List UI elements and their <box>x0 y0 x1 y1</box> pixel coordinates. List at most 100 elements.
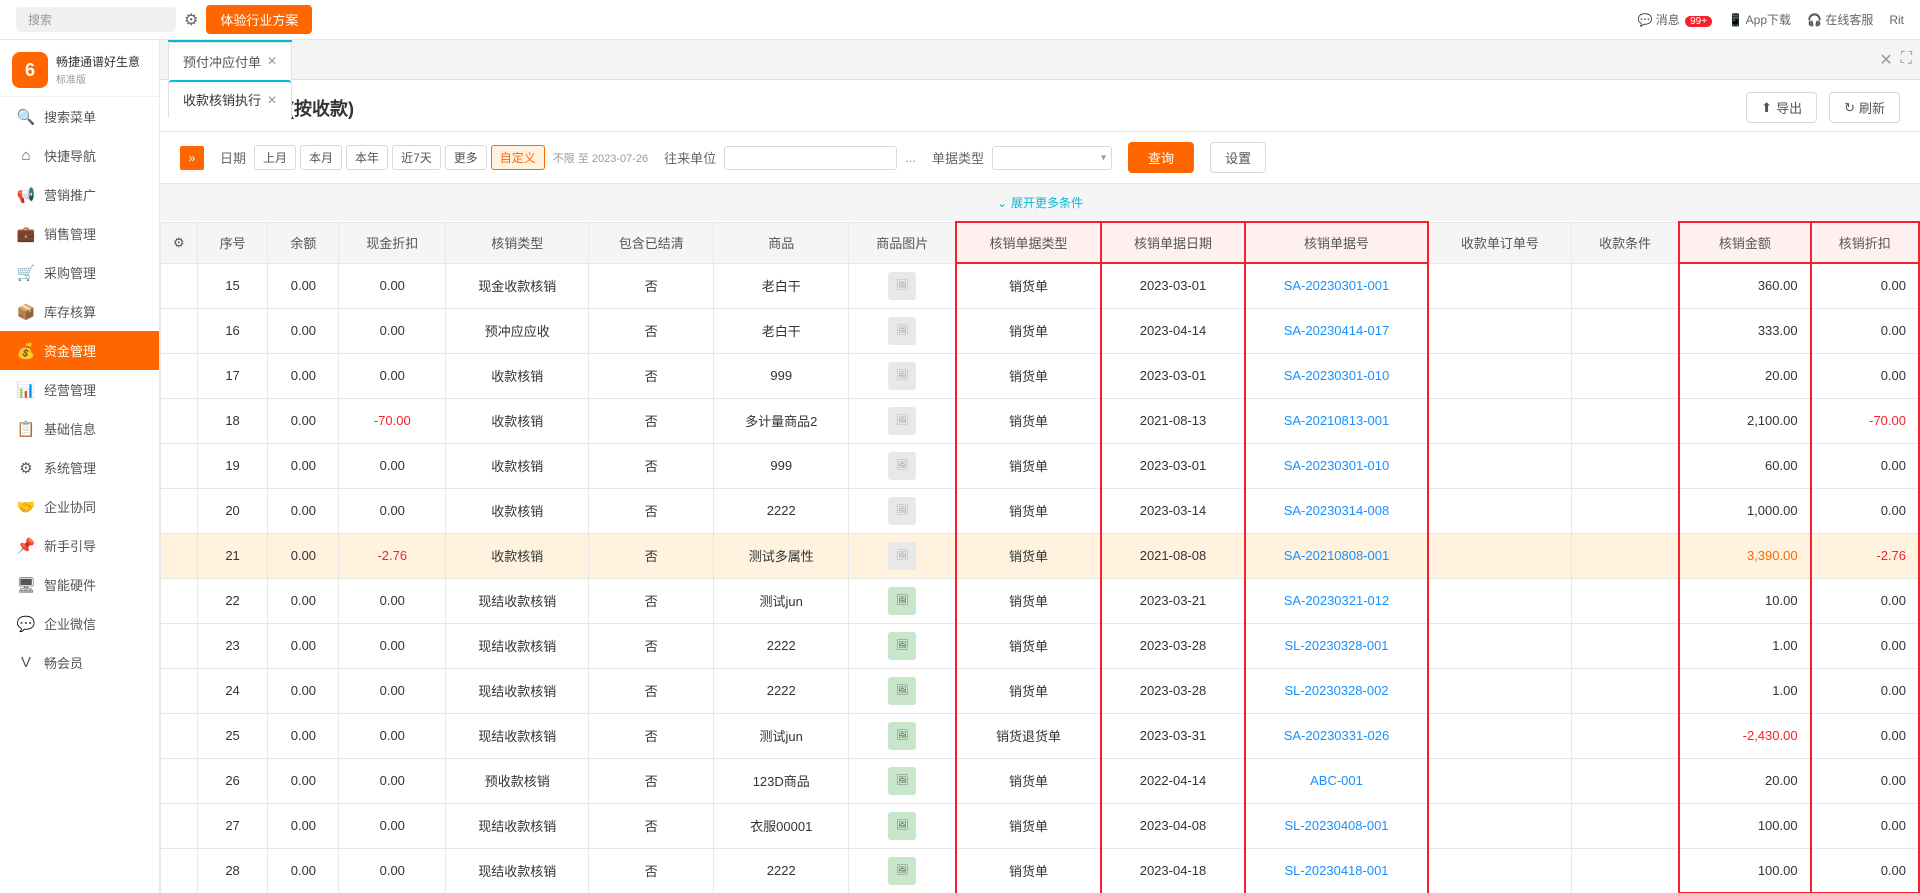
cell-goods-5: 2222 <box>714 488 849 533</box>
cell-goods-img-6: 🖼 <box>849 533 957 578</box>
bill-no-link-2[interactable]: SA-20230301-010 <box>1284 368 1390 383</box>
cell-goods-img-1: 🖼 <box>849 308 957 353</box>
cell-no-5: 20 <box>197 488 268 533</box>
bill-no-link-9[interactable]: SL-20230328-002 <box>1284 683 1388 698</box>
message-item[interactable]: 💬 消息 99+ <box>1637 11 1712 28</box>
close-tab-icon[interactable]: ✕ <box>1879 50 1892 70</box>
bill-no-link-1[interactable]: SA-20230414-017 <box>1284 323 1390 338</box>
th-gear[interactable]: ⚙ <box>161 222 198 263</box>
date-label: 日期 <box>220 148 246 167</box>
tab-close-receivable[interactable]: ✕ <box>267 93 277 107</box>
tab-close-prepay[interactable]: ✕ <box>267 54 277 68</box>
query-button[interactable]: 查询 <box>1128 142 1194 173</box>
bill-no-link-0[interactable]: SA-20230301-001 <box>1284 278 1390 293</box>
sidebar-item-purchase[interactable]: 🛒采购管理 <box>0 253 159 292</box>
sidebar-item-shortcut[interactable]: ⌂快捷导航 <box>0 136 159 175</box>
sidebar-item-sales[interactable]: 💼销售管理 <box>0 214 159 253</box>
date-btn-custom[interactable]: 自定义 <box>491 145 545 170</box>
cell-cancel-discount-3: -70.00 <box>1811 398 1919 443</box>
refresh-button[interactable]: ↻ 刷新 <box>1829 92 1900 123</box>
app-download[interactable]: 📱 App下载 <box>1728 11 1791 28</box>
cell-cancel-discount-2: 0.00 <box>1811 353 1919 398</box>
date-btn-last-month[interactable]: 上月 <box>254 145 296 170</box>
counterpart-input[interactable] <box>724 146 897 170</box>
tab-prepay[interactable]: 预付冲应付单✕ <box>168 42 292 80</box>
sidebar-item-basic[interactable]: 📋基础信息 <box>0 409 159 448</box>
cell-cancel-amount-0: 360.00 <box>1679 263 1810 308</box>
sidebar-item-member[interactable]: V畅会员 <box>0 643 159 682</box>
industry-btn[interactable]: 体验行业方案 <box>206 5 312 34</box>
table-row: 24 0.00 0.00 现结收款核销 否 2222 🖼 销货单 2023-03… <box>161 668 1920 713</box>
cell-bill-date-4: 2023-03-01 <box>1101 443 1245 488</box>
cell-receipt-order-no-12 <box>1428 803 1572 848</box>
bill-no-link-3[interactable]: SA-20210813-001 <box>1284 413 1390 428</box>
date-btn-this-year[interactable]: 本年 <box>346 145 388 170</box>
cell-cancel-type-5: 收款核销 <box>446 488 589 533</box>
cell-receipt-condition-7 <box>1572 578 1680 623</box>
cell-cancel-amount-13: 100.00 <box>1679 848 1810 893</box>
sidebar-item-inventory[interactable]: 📦库存核算 <box>0 292 159 331</box>
cell-receipt-condition-9 <box>1572 668 1680 713</box>
sidebar-item-system[interactable]: ⚙系统管理 <box>0 448 159 487</box>
cell-cancel-amount-1: 333.00 <box>1679 308 1810 353</box>
member-icon: V <box>16 654 36 671</box>
sidebar-item-business[interactable]: 📊经营管理 <box>0 370 159 409</box>
bill-no-link-10[interactable]: SA-20230331-026 <box>1284 728 1390 743</box>
sidebar-item-marketing[interactable]: 📢营销推广 <box>0 175 159 214</box>
bill-no-link-4[interactable]: SA-20230301-010 <box>1284 458 1390 473</box>
bill-no-link-13[interactable]: SL-20230418-001 <box>1284 863 1388 878</box>
sidebar-item-wechat[interactable]: 💬企业微信 <box>0 604 159 643</box>
tabs-container: 首页预付冲应付单✕收款核销执行✕ <box>168 40 296 117</box>
sidebar-item-cooperation[interactable]: 🤝企业协同 <box>0 487 159 526</box>
cell-no-0: 15 <box>197 263 268 308</box>
tab-bar: 首页预付冲应付单✕收款核销执行✕ ✕ ⛶ <box>160 40 1920 80</box>
cell-bill-no-1: SA-20230414-017 <box>1245 308 1428 353</box>
cell-balance-4: 0.00 <box>268 443 339 488</box>
expand-tab-icon[interactable]: ⛶ <box>1901 50 1912 70</box>
sidebar-item-search[interactable]: 🔍搜索菜单 <box>0 97 159 136</box>
th-no: 序号 <box>197 222 268 263</box>
export-button[interactable]: ⬆ 导出 <box>1746 92 1817 123</box>
cell-goods-8: 2222 <box>714 623 849 668</box>
cell-goods-img-8: 🖼 <box>849 623 957 668</box>
logo-icon: 6 <box>12 52 48 88</box>
cell-cancel-amount-11: 20.00 <box>1679 758 1810 803</box>
filter-expand-btn[interactable]: » <box>180 146 204 170</box>
date-btn-7days[interactable]: 近7天 <box>392 145 441 170</box>
top-bar-search[interactable]: 搜索 <box>16 7 176 32</box>
setting-button[interactable]: 设置 <box>1210 142 1266 173</box>
sidebar-item-finance[interactable]: 💰资金管理 <box>0 331 159 370</box>
sidebar-item-hardware[interactable]: 🖥智能硬件 <box>0 565 159 604</box>
layout: 6 畅捷通谱好生意 标准版 🔍搜索菜单⌂快捷导航📢营销推广💼销售管理🛒采购管理📦… <box>0 40 1920 893</box>
cell-goods-img-4: 🖼 <box>849 443 957 488</box>
bill-no-link-12[interactable]: SL-20230408-001 <box>1284 818 1388 833</box>
date-btn-this-month[interactable]: 本月 <box>300 145 342 170</box>
table-area[interactable]: ⚙ 序号 余额 现金折扣 核销类型 包含已结清 商品 商品图片 核销单据类型 核… <box>160 221 1920 893</box>
date-btn-more[interactable]: 更多 <box>445 145 487 170</box>
settings-icon[interactable]: ⚙ <box>173 235 185 250</box>
billtype-select[interactable] <box>992 146 1112 170</box>
table-row: 25 0.00 0.00 现结收款核销 否 测试jun 🖼 销货退货单 2023… <box>161 713 1920 758</box>
cell-bill-date-7: 2023-03-21 <box>1101 578 1245 623</box>
tab-receivable[interactable]: 收款核销执行✕ <box>168 80 292 118</box>
gear-icon[interactable]: ⚙ <box>184 10 198 30</box>
refresh-icon: ↻ <box>1844 100 1855 116</box>
bill-no-link-5[interactable]: SA-20230314-008 <box>1284 503 1390 518</box>
inventory-icon: 📦 <box>16 303 36 321</box>
cell-no-12: 27 <box>197 803 268 848</box>
cell-balance-13: 0.00 <box>268 848 339 893</box>
cell-bill-date-10: 2023-03-31 <box>1101 713 1245 758</box>
cell-gear-7 <box>161 578 198 623</box>
cell-cancel-amount-8: 1.00 <box>1679 623 1810 668</box>
table-row: 22 0.00 0.00 现结收款核销 否 测试jun 🖼 销货单 2023-0… <box>161 578 1920 623</box>
bill-no-link-6[interactable]: SA-20210808-001 <box>1284 548 1390 563</box>
bill-no-link-11[interactable]: ABC-001 <box>1310 773 1363 788</box>
expand-more-button[interactable]: ⌄ 展开更多条件 <box>997 190 1083 215</box>
user-name: Rit <box>1889 13 1904 27</box>
cell-gear-8 <box>161 623 198 668</box>
online-service[interactable]: 🎧 在线客服 <box>1807 11 1873 28</box>
sidebar-item-guide[interactable]: 📌新手引导 <box>0 526 159 565</box>
bill-no-link-7[interactable]: SA-20230321-012 <box>1284 593 1390 608</box>
th-cancel-amount: 核销金额 <box>1679 222 1810 263</box>
bill-no-link-8[interactable]: SL-20230328-001 <box>1284 638 1388 653</box>
